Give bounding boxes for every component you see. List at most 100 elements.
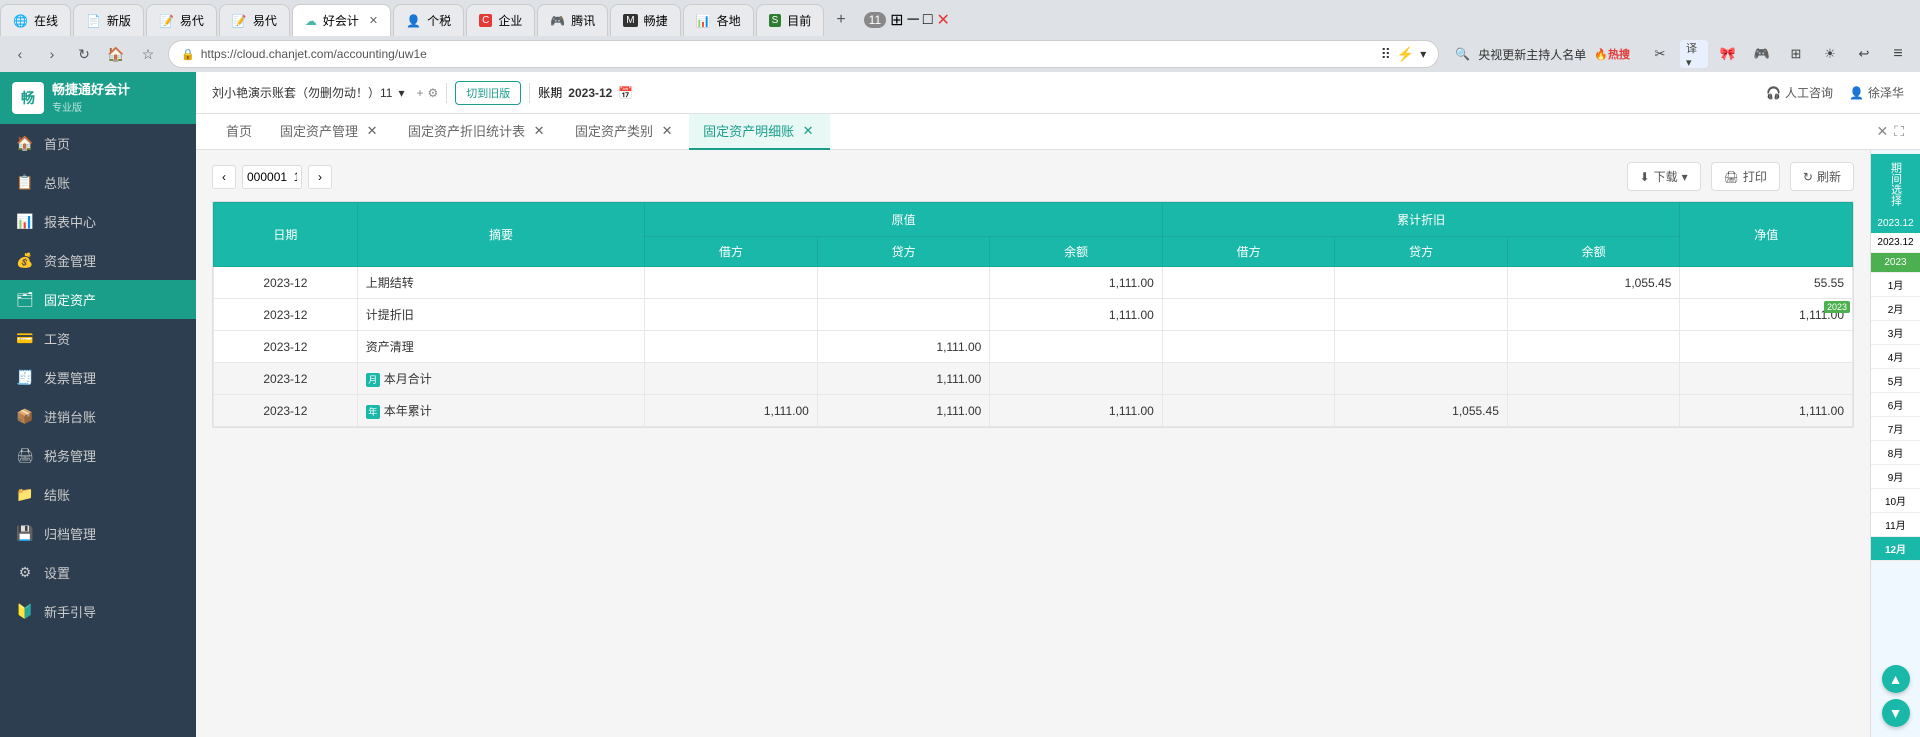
next-page-button[interactable]: ›: [308, 165, 332, 189]
sidebar-item-reports[interactable]: 📊 报表中心: [0, 202, 196, 241]
period-month-6[interactable]: 6月: [1871, 393, 1920, 417]
consultant-button[interactable]: 🎧 人工咨询: [1766, 84, 1833, 101]
refresh-button-toolbar[interactable]: ↻ 刷新: [1790, 162, 1854, 191]
period-month-9[interactable]: 9月: [1871, 465, 1920, 489]
settings-gear-icon[interactable]: ⚙: [428, 86, 439, 100]
browser-tab-geshui[interactable]: 👤 个税: [393, 4, 464, 36]
sidebar-item-guide[interactable]: 🔰 新手引导: [0, 592, 196, 631]
table-row: 2023-12 上期结转 1,111.00 1,055.45 55.55: [214, 267, 1853, 299]
user-profile[interactable]: 👤 徐泽华: [1849, 84, 1904, 101]
sidebar-item-inventory[interactable]: 📦 进销台账: [0, 397, 196, 436]
fullscreen-icon[interactable]: ⛶: [1894, 123, 1904, 140]
browser-tab-new[interactable]: 📄 新版: [73, 4, 144, 36]
browser-tab-haokuaiji[interactable]: ☁ 好会计 ✕: [292, 4, 391, 36]
tab-close-icon[interactable]: ✕: [369, 14, 378, 27]
refresh-icon: ↻: [1803, 170, 1813, 184]
sidebar-item-funds[interactable]: 💰 资金管理: [0, 241, 196, 280]
download-button[interactable]: ⬇ 下载 ▾: [1627, 162, 1701, 191]
qr-icon[interactable]: ⠿: [1381, 46, 1391, 63]
scroll-up-button[interactable]: ▲: [1882, 665, 1910, 693]
period-month-10[interactable]: 10月: [1871, 489, 1920, 513]
period-2023-year[interactable]: 2023: [1871, 253, 1920, 273]
period-month-5[interactable]: 5月: [1871, 369, 1920, 393]
tab-depreciation-stats[interactable]: 固定资产折旧统计表 ✕: [394, 114, 561, 150]
app-container: 畅 畅捷通好会计 专业版 🏠 首页 📋 总账 📊 报表中心 💰 资金管理: [0, 72, 1920, 737]
sidebar-item-payroll[interactable]: 💳 工资: [0, 319, 196, 358]
period-month-12[interactable]: 12月: [1871, 537, 1920, 561]
tab-asset-category-close[interactable]: ✕: [659, 123, 675, 139]
sidebar-item-fixed-assets[interactable]: 🗂 固定资产: [0, 280, 196, 319]
browser-tab-changjie[interactable]: M 畅捷: [610, 4, 680, 36]
add-company-button[interactable]: +: [417, 86, 424, 100]
period-month-2[interactable]: 2月: [1871, 297, 1920, 321]
tab-asset-detail-close[interactable]: ✕: [800, 123, 816, 139]
browser-tab-yidai1[interactable]: 📝 易代: [146, 4, 217, 36]
grid-icon[interactable]: ⊞: [1782, 40, 1810, 68]
scissors-icon[interactable]: ✂: [1646, 40, 1674, 68]
tab-asset-category[interactable]: 固定资产类别 ✕: [561, 114, 689, 150]
back-button[interactable]: ‹: [8, 42, 32, 66]
home-button[interactable]: 🏠: [104, 42, 128, 66]
tab-fixed-assets-mgmt[interactable]: 固定资产管理 ✕: [266, 114, 394, 150]
minimize-icon[interactable]: ─: [908, 11, 919, 29]
period-display: 账期 2023-12 📅: [538, 84, 633, 101]
new-tab-button[interactable]: +: [826, 4, 855, 36]
company-selector[interactable]: 刘小艳演示账套（勿删勿动！）11 ▾: [212, 84, 405, 101]
sidebar-item-settings[interactable]: ⚙ 设置: [0, 553, 196, 592]
close-all-icon[interactable]: ✕: [1876, 123, 1888, 140]
tab-home[interactable]: 首页: [212, 114, 266, 150]
sidebar-label-invoices: 发票管理: [44, 368, 96, 387]
calendar-icon[interactable]: 📅: [618, 86, 633, 100]
consultant-label: 人工咨询: [1785, 84, 1833, 101]
period-month-1-label: 1月: [1873, 277, 1918, 292]
browser-tab-qiye[interactable]: C 企业: [466, 4, 535, 36]
forward-button[interactable]: ›: [40, 42, 64, 66]
period-month-4[interactable]: 4月: [1871, 345, 1920, 369]
period-month-7[interactable]: 7月: [1871, 417, 1920, 441]
sidebar-item-archive[interactable]: 💾 归档管理: [0, 514, 196, 553]
game-icon[interactable]: 🎮: [1748, 40, 1776, 68]
cell-date: 2023-12: [214, 299, 358, 331]
brightness-icon[interactable]: ☀: [1816, 40, 1844, 68]
download-dropdown-icon: ▾: [1682, 170, 1688, 184]
tab-list-icon[interactable]: ⊞: [890, 10, 903, 30]
browser-close-icon[interactable]: ✕: [937, 10, 950, 30]
tab-asset-detail[interactable]: 固定资产明细账 ✕: [689, 114, 830, 150]
sidebar-item-close-period[interactable]: 📁 结账: [0, 475, 196, 514]
wallet-icon[interactable]: 🎀: [1714, 40, 1742, 68]
print-button[interactable]: 🖨 打印: [1711, 162, 1780, 191]
period-2023-12-first[interactable]: 2023.12: [1871, 214, 1920, 233]
period-month-3[interactable]: 3月: [1871, 321, 1920, 345]
scroll-down-button[interactable]: ▼: [1882, 699, 1910, 727]
refresh-button[interactable]: ↻: [72, 42, 96, 66]
sidebar-item-home[interactable]: 🏠 首页: [0, 124, 196, 163]
translate-icon[interactable]: 译▾: [1680, 40, 1708, 68]
period-2023-12-second[interactable]: 2023.12: [1871, 233, 1920, 253]
undo-icon[interactable]: ↩: [1850, 40, 1878, 68]
url-bar[interactable]: 🔒 https://cloud.chanjet.com/accounting/u…: [168, 40, 1439, 68]
browser-tab-gedi[interactable]: 📊 各地: [683, 4, 754, 36]
search-icon: 🔍: [1455, 47, 1470, 61]
table-row: 2023-12 月本月合计 1,111.00: [214, 363, 1853, 395]
dropdown-arrow[interactable]: ▾: [1420, 47, 1426, 61]
sidebar-item-general-ledger[interactable]: 📋 总账: [0, 163, 196, 202]
bookmark-button[interactable]: ☆: [136, 42, 160, 66]
tab-fixed-assets-mgmt-close[interactable]: ✕: [364, 123, 380, 139]
browser-tab-tencent[interactable]: 🎮 腾讯: [537, 4, 608, 36]
sidebar-item-invoices[interactable]: 🧾 发票管理: [0, 358, 196, 397]
lightning-icon[interactable]: ⚡: [1397, 46, 1414, 63]
tab-depreciation-stats-close[interactable]: ✕: [531, 123, 547, 139]
browser-tab-yidai2[interactable]: 📝 易代: [219, 4, 290, 36]
period-month-8[interactable]: 8月: [1871, 441, 1920, 465]
menu-icon[interactable]: ≡: [1884, 40, 1912, 68]
page-number-input[interactable]: [242, 165, 302, 189]
period-month-11[interactable]: 11月: [1871, 513, 1920, 537]
prev-page-button[interactable]: ‹: [212, 165, 236, 189]
browser-tab-muqian[interactable]: S 目前: [756, 4, 825, 36]
switch-version-button[interactable]: 切到旧版: [455, 81, 521, 105]
period-month-1[interactable]: 1月: [1871, 273, 1920, 297]
maximize-icon[interactable]: □: [923, 11, 933, 29]
browser-tab-online[interactable]: 🌐 在线: [0, 4, 71, 36]
search-bar[interactable]: 🔍 央视更新主持人名单 🔥热搜: [1447, 46, 1638, 63]
sidebar-item-tax[interactable]: 🖨 税务管理: [0, 436, 196, 475]
